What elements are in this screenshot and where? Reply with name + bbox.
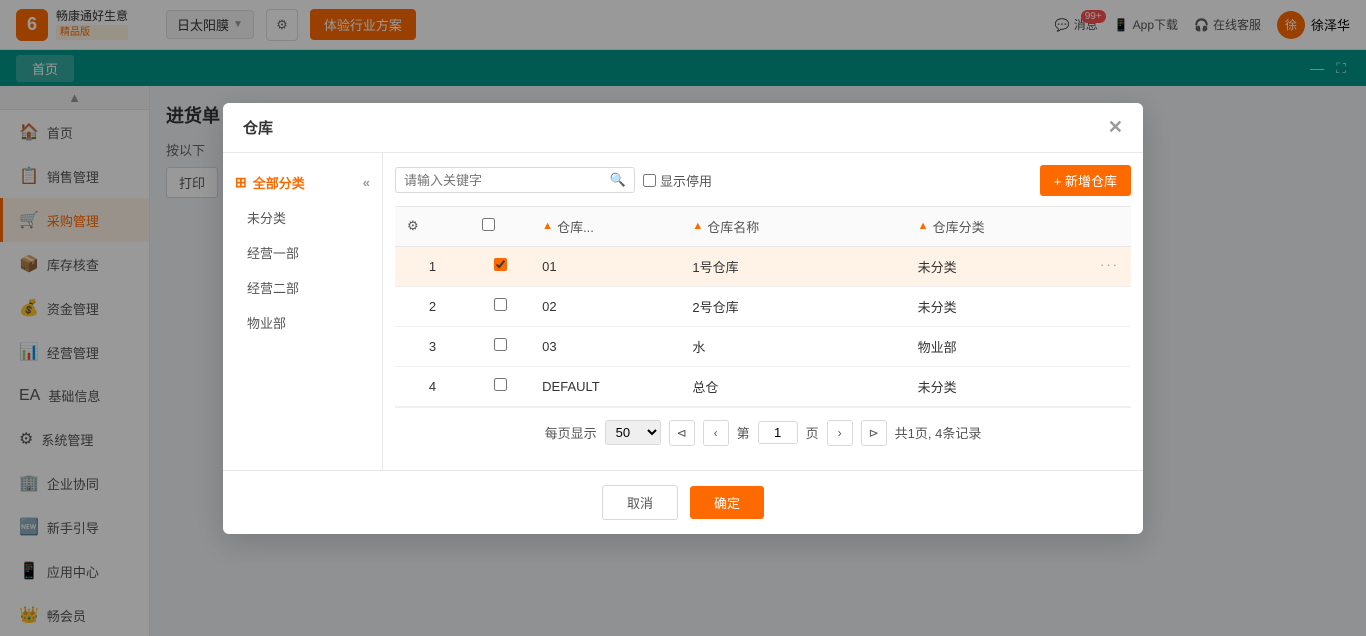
row-name: 1号仓库 <box>680 246 905 286</box>
pagination-bar: 每页显示 50 100 200 ⊲ ‹ 第 页 › ⊳ 共1页, 4条记录 <box>395 407 1131 458</box>
confirm-button[interactable]: 确定 <box>690 486 764 519</box>
select-all-checkbox[interactable] <box>482 218 495 231</box>
row-checkbox[interactable] <box>494 338 507 351</box>
cat-collapse-icon[interactable]: « <box>363 175 370 190</box>
warehouse-table: ⚙ ▲ 仓库... ▲ 仓库名称 <box>395 206 1131 407</box>
per-page-label: 每页显示 <box>545 423 597 442</box>
category-item-operation1[interactable]: 经营一部 <box>223 235 382 270</box>
row-code: 03 <box>530 326 680 366</box>
row-code: DEFAULT <box>530 366 680 406</box>
sort-name-icon: ▲ <box>692 220 703 232</box>
per-page-select[interactable]: 50 100 200 <box>605 420 661 445</box>
table-row[interactable]: 3 03 水 物业部 <box>395 326 1131 366</box>
last-page-button[interactable]: ⊳ <box>861 420 887 446</box>
row-index: 4 <box>395 366 470 406</box>
row-checkbox-cell <box>470 246 530 286</box>
row-checkbox[interactable] <box>494 298 507 311</box>
row-checkbox-cell <box>470 286 530 326</box>
row-checkbox-cell <box>470 366 530 406</box>
table-toolbar: 🔍 显示停用 + 新增仓库 <box>395 165 1131 196</box>
sort-icon: ▲ <box>542 220 553 232</box>
th-name: ▲ 仓库名称 <box>680 206 905 246</box>
row-name: 水 <box>680 326 905 366</box>
row-index: 1 <box>395 246 470 286</box>
next-page-button[interactable]: › <box>827 420 853 446</box>
th-settings: ⚙ <box>395 206 470 246</box>
row-index: 2 <box>395 286 470 326</box>
page-input[interactable] <box>758 421 798 444</box>
table-row[interactable]: 1 01 1号仓库 未分类··· <box>395 246 1131 286</box>
modal-body: ⊞ 全部分类 « 未分类 经营一部 经营二部 物业部 🔍 <box>223 153 1143 470</box>
category-item-operation2[interactable]: 经营二部 <box>223 270 382 305</box>
first-page-button[interactable]: ⊲ <box>669 420 695 446</box>
row-category: 物业部 <box>906 326 1131 366</box>
row-category: 未分类 <box>906 286 1131 326</box>
row-code: 01 <box>530 246 680 286</box>
modal-header: 仓库 ✕ <box>223 103 1143 153</box>
row-checkbox[interactable] <box>494 378 507 391</box>
show-disabled-input[interactable] <box>643 174 656 187</box>
page-unit: 页 <box>806 423 819 442</box>
table-row[interactable]: 2 02 2号仓库 未分类 <box>395 286 1131 326</box>
row-index: 3 <box>395 326 470 366</box>
warehouse-modal: 仓库 ✕ ⊞ 全部分类 « 未分类 经营一部 经营二部 物业部 <box>223 103 1143 534</box>
cancel-button[interactable]: 取消 <box>602 485 678 520</box>
all-category-item[interactable]: ⊞ 全部分类 « <box>223 165 382 200</box>
total-info: 共1页, 4条记录 <box>895 423 982 442</box>
modal-title: 仓库 <box>243 117 273 138</box>
table-area: 🔍 显示停用 + 新增仓库 ⚙ <box>383 153 1143 470</box>
th-code: ▲ 仓库... <box>530 206 680 246</box>
row-category: 未分类··· <box>906 246 1131 286</box>
add-warehouse-button[interactable]: + 新增仓库 <box>1040 165 1131 196</box>
row-name: 总仓 <box>680 366 905 406</box>
category-sidebar: ⊞ 全部分类 « 未分类 经营一部 经营二部 物业部 <box>223 153 383 470</box>
modal-close-button[interactable]: ✕ <box>1108 117 1123 138</box>
search-input-wrap: 🔍 <box>395 167 635 193</box>
row-name: 2号仓库 <box>680 286 905 326</box>
page-label: 第 <box>737 423 750 442</box>
th-checkbox <box>470 206 530 246</box>
category-item-property[interactable]: 物业部 <box>223 305 382 340</box>
table-row[interactable]: 4 DEFAULT 总仓 未分类 <box>395 366 1131 406</box>
row-category: 未分类 <box>906 366 1131 406</box>
sort-cat-icon: ▲ <box>918 220 929 232</box>
show-disabled-checkbox[interactable]: 显示停用 <box>643 171 712 190</box>
row-code: 02 <box>530 286 680 326</box>
row-checkbox-cell <box>470 326 530 366</box>
modal-footer: 取消 确定 <box>223 470 1143 534</box>
search-icon[interactable]: 🔍 <box>610 172 626 188</box>
category-item-unclassified[interactable]: 未分类 <box>223 200 382 235</box>
th-category: ▲ 仓库分类 <box>906 206 1131 246</box>
modal-overlay: 仓库 ✕ ⊞ 全部分类 « 未分类 经营一部 经营二部 物业部 <box>0 0 1366 636</box>
row-checkbox[interactable] <box>494 258 507 271</box>
prev-page-button[interactable]: ‹ <box>703 420 729 446</box>
row-actions[interactable]: ··· <box>1100 257 1119 272</box>
grid-icon: ⊞ <box>235 174 247 191</box>
search-input[interactable] <box>404 173 610 188</box>
